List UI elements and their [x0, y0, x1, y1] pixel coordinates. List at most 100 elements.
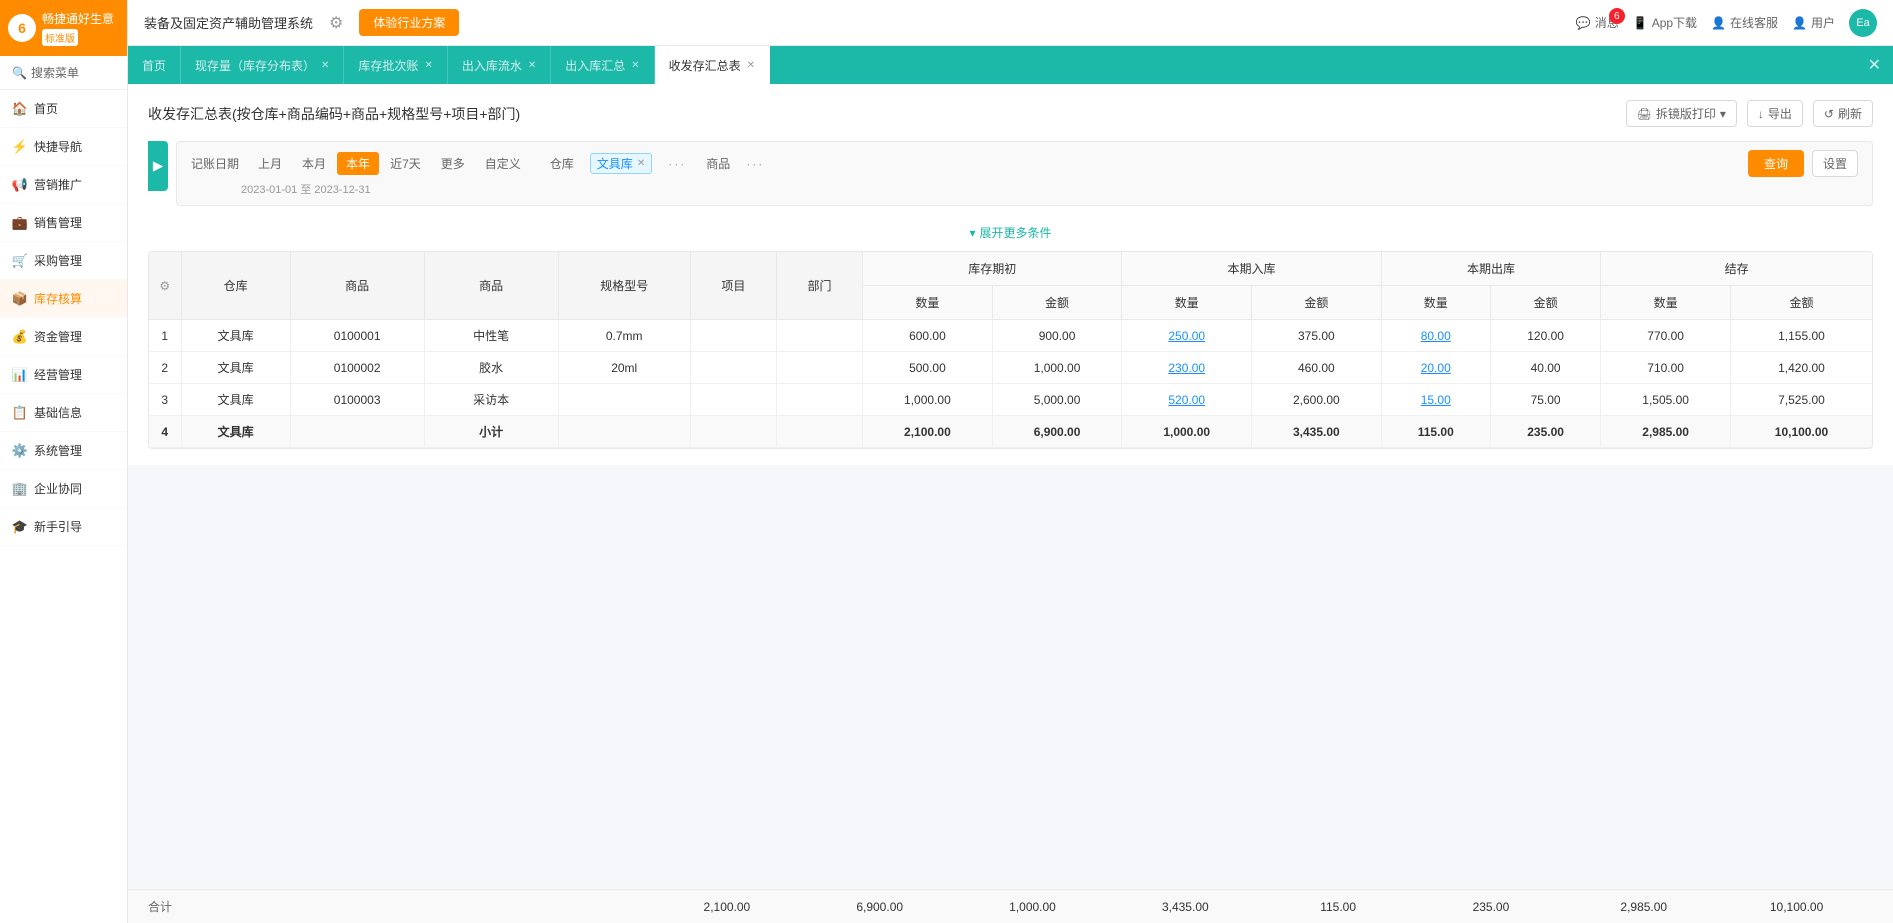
settings-button[interactable]: 设置: [1812, 150, 1858, 177]
expand-label: 展开更多条件: [980, 224, 1052, 241]
sidebar-item-marketing[interactable]: 营销推广: [0, 166, 127, 204]
row-in-qty[interactable]: 250.00: [1122, 320, 1252, 352]
row-out-qty-link[interactable]: 15.00: [1421, 393, 1451, 407]
message-badge: 6: [1609, 8, 1625, 24]
search-button[interactable]: 查询: [1748, 150, 1804, 177]
th-ending-group: 结存: [1601, 252, 1872, 286]
sidebar-item-quick[interactable]: 快捷导航: [0, 128, 127, 166]
date-option-last-month[interactable]: 上月: [249, 152, 291, 175]
app-download-button[interactable]: 📱 App下载: [1633, 14, 1697, 31]
row-out-qty[interactable]: 115.00: [1381, 416, 1490, 448]
row-in-qty-link[interactable]: 250.00: [1168, 329, 1205, 343]
th-end-qty: 数量: [1601, 286, 1731, 320]
basic-icon: [12, 405, 28, 421]
goods-filter: 商品 ···: [706, 155, 764, 172]
settings-icon[interactable]: ⚙: [329, 13, 343, 33]
tab-close-icon[interactable]: ✕: [528, 60, 536, 71]
avatar[interactable]: Ea: [1849, 9, 1877, 37]
refresh-icon: ↺: [1824, 107, 1834, 121]
tab-close-icon[interactable]: ✕: [631, 60, 639, 71]
row-code: 0100003: [290, 384, 424, 416]
th-in-qty: 数量: [1122, 286, 1252, 320]
service-button[interactable]: 👤 在线客服: [1711, 14, 1778, 31]
export-button[interactable]: ↓ 导出: [1747, 100, 1803, 127]
row-in-qty-link[interactable]: 520.00: [1168, 393, 1205, 407]
row-out-qty[interactable]: 80.00: [1381, 320, 1490, 352]
page-actions: 🖨 拆镜版打印 ▾ ↓ 导出 ↺ 刷新: [1626, 100, 1873, 127]
app-label: App下载: [1652, 14, 1697, 31]
date-option-7days[interactable]: 近7天: [381, 152, 430, 175]
row-in-qty[interactable]: 1,000.00: [1122, 416, 1252, 448]
sidebar-item-system[interactable]: 系统管理: [0, 432, 127, 470]
row-name: 采访本: [424, 384, 558, 416]
tab-label: 现存量（库存分布表）: [195, 57, 315, 74]
footer-in-qty: 1,000.00: [956, 900, 1109, 914]
logo-badge: 标准版: [42, 29, 78, 46]
row-end-qty: 770.00: [1601, 320, 1731, 352]
sidebar-item-newbie[interactable]: 新手引导: [0, 508, 127, 546]
sidebar-item-sales[interactable]: 销售管理: [0, 204, 127, 242]
refresh-button[interactable]: ↺ 刷新: [1813, 100, 1873, 127]
row-in-qty[interactable]: 520.00: [1122, 384, 1252, 416]
row-in-amt: 2,600.00: [1252, 384, 1382, 416]
tab-inventory-distribution[interactable]: 现存量（库存分布表） ✕: [181, 46, 344, 84]
date-option-this-year[interactable]: 本年: [337, 152, 379, 175]
trial-button[interactable]: 体验行业方案: [359, 9, 459, 36]
sales-icon: [12, 215, 28, 231]
sidebar-item-inventory[interactable]: 库存核算: [0, 280, 127, 318]
tab-close-icon[interactable]: ✕: [424, 60, 432, 71]
inventory-icon: [12, 291, 28, 307]
tab-label: 出入库流水: [462, 57, 522, 74]
sidebar-logo[interactable]: 6 畅捷通好生意 标准版: [0, 0, 127, 56]
tab-close-icon[interactable]: ✕: [321, 60, 329, 71]
page-title-row: 收发存汇总表(按仓库+商品编码+商品+规格型号+项目+部门) 🖨 拆镜版打印 ▾…: [148, 100, 1873, 127]
row-out-qty[interactable]: 15.00: [1381, 384, 1490, 416]
th-settings[interactable]: ⚙: [149, 252, 181, 320]
user-icon: 👤: [1792, 16, 1807, 30]
expand-button[interactable]: ▾ 展开更多条件: [969, 218, 1051, 247]
user-button[interactable]: 👤 用户: [1792, 14, 1835, 31]
tab-receive-send-summary[interactable]: 收发存汇总表 ✕: [655, 46, 770, 84]
date-option-custom[interactable]: 自定义: [476, 152, 530, 175]
print-icon: 🖨: [1637, 107, 1652, 121]
row-in-qty[interactable]: 230.00: [1122, 352, 1252, 384]
sidebar-item-operation[interactable]: 经营管理: [0, 356, 127, 394]
row-name: 中性笔: [424, 320, 558, 352]
sidebar-item-corp[interactable]: 企业协同: [0, 470, 127, 508]
footer-end-amt: 10,100.00: [1720, 900, 1873, 914]
sidebar-item-basic[interactable]: 基础信息: [0, 394, 127, 432]
sidebar-item-label: 资金管理: [34, 328, 82, 345]
row-in-qty-link[interactable]: 230.00: [1168, 361, 1205, 375]
row-open-amt: 5,000.00: [992, 384, 1122, 416]
tab-inout-flow[interactable]: 出入库流水 ✕: [448, 46, 551, 84]
row-warehouse: 文具库: [181, 384, 290, 416]
message-button[interactable]: 💬 消息 6: [1576, 14, 1619, 31]
print-button[interactable]: 🖨 拆镜版打印 ▾: [1626, 100, 1737, 127]
date-option-more[interactable]: 更多: [432, 152, 474, 175]
tab-close-icon[interactable]: ✕: [747, 60, 755, 71]
sidebar: 6 畅捷通好生意 标准版 🔍 搜索菜单 首页 快捷导航 营销推广 销售管理 采购…: [0, 0, 128, 923]
row-open-amt: 6,900.00: [992, 416, 1122, 448]
sidebar-item-label: 首页: [34, 100, 58, 117]
tab-batch-account[interactable]: 库存批次账 ✕: [344, 46, 447, 84]
row-end-qty: 2,985.00: [1601, 416, 1731, 448]
row-end-amt: 7,525.00: [1730, 384, 1872, 416]
sidebar-item-finance[interactable]: 资金管理: [0, 318, 127, 356]
warehouse-tag-close[interactable]: ✕: [637, 158, 645, 169]
row-out-qty-link[interactable]: 20.00: [1421, 361, 1451, 375]
goods-more-dots[interactable]: ···: [746, 157, 764, 171]
footer-out-qty: 115.00: [1262, 900, 1415, 914]
row-end-amt: 10,100.00: [1730, 416, 1872, 448]
tab-inout-summary[interactable]: 出入库汇总 ✕: [551, 46, 654, 84]
date-option-this-month[interactable]: 本月: [293, 152, 335, 175]
filter-collapse-button[interactable]: ▶: [148, 141, 168, 191]
filter-bar: 记账日期 上月 本月 本年 近7天 更多 自定义 仓库 文具库: [176, 141, 1873, 206]
warehouse-more-dots[interactable]: ···: [668, 157, 686, 171]
sidebar-item-home[interactable]: 首页: [0, 90, 127, 128]
row-out-qty-link[interactable]: 80.00: [1421, 329, 1451, 343]
sidebar-item-purchase[interactable]: 采购管理: [0, 242, 127, 280]
row-out-qty[interactable]: 20.00: [1381, 352, 1490, 384]
tab-home[interactable]: 首页: [128, 46, 181, 84]
search-menu[interactable]: 🔍 搜索菜单: [0, 56, 127, 90]
close-all-tabs-button[interactable]: ✕: [1856, 55, 1893, 75]
